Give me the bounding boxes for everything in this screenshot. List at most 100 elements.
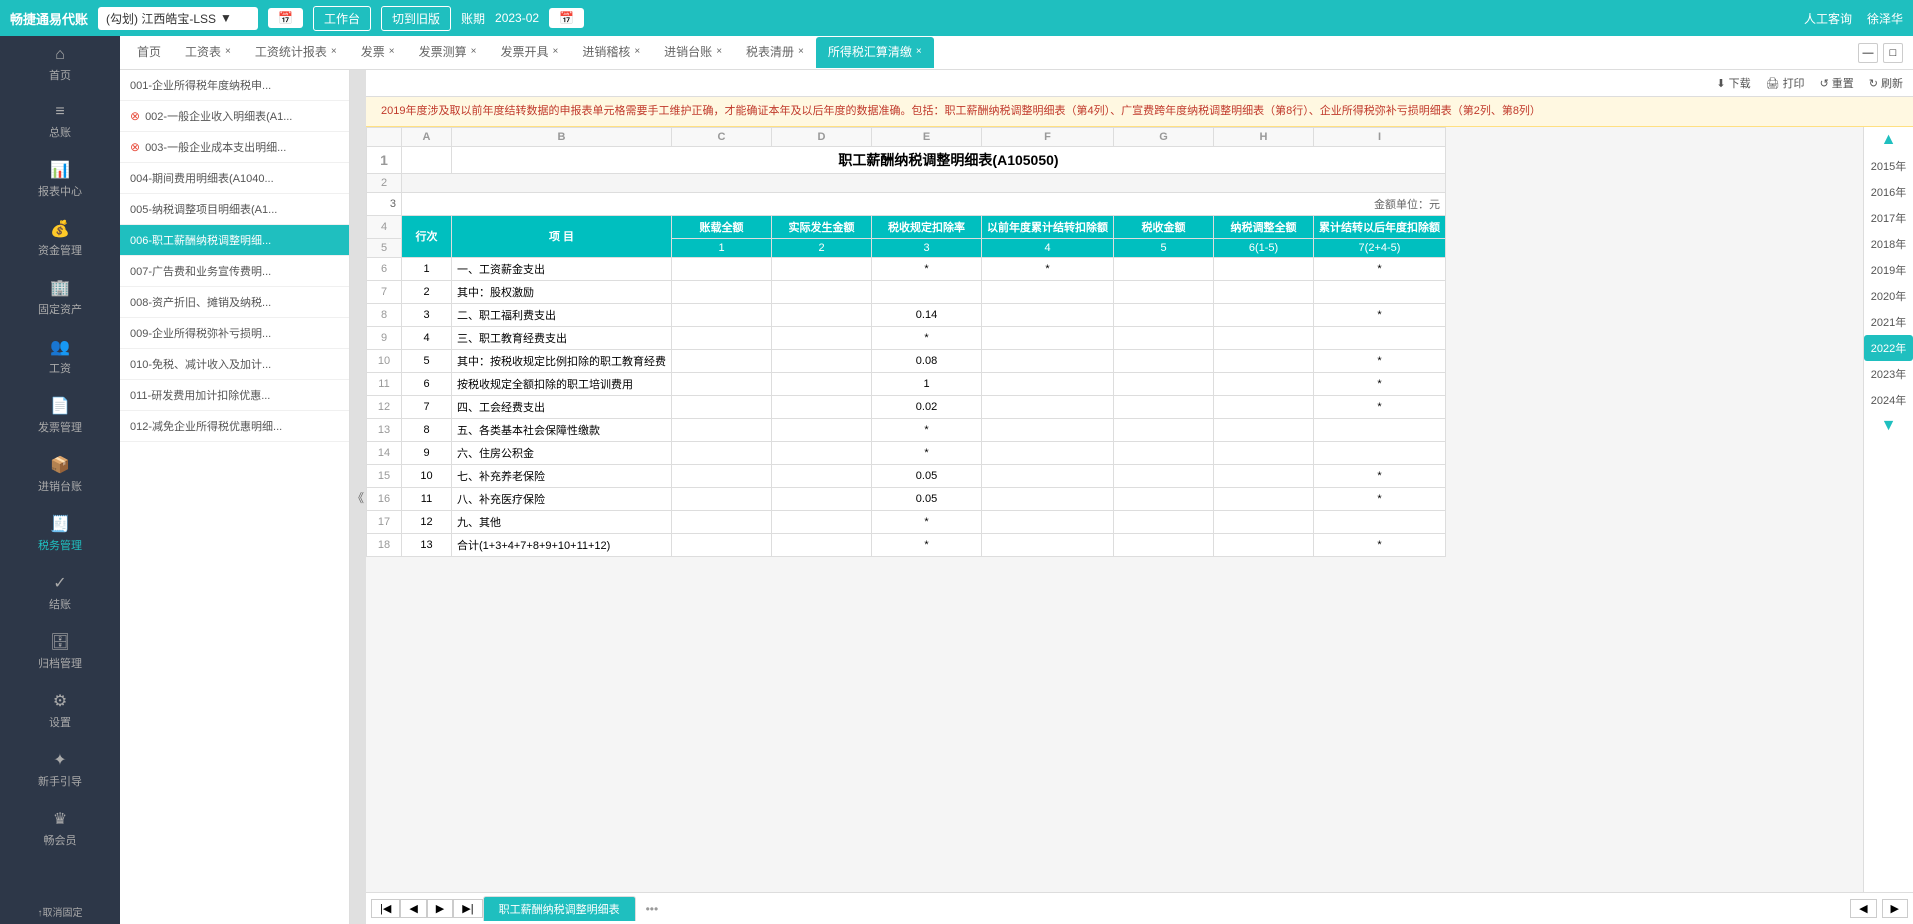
row-16-e[interactable]: 0.05 — [872, 487, 982, 510]
row-10-e[interactable]: 0.08 — [872, 349, 982, 372]
list-item-012[interactable]: 012-减免企业所得税优惠明细... — [120, 411, 349, 442]
row-7-d[interactable] — [772, 280, 872, 303]
row-14-c[interactable] — [672, 441, 772, 464]
row-9-d[interactable] — [772, 326, 872, 349]
tab-invoice[interactable]: 发票 × — [349, 37, 407, 68]
tab-minimize-btn[interactable]: — — [1858, 43, 1878, 63]
row-15-e[interactable]: 0.05 — [872, 464, 982, 487]
row-12-f[interactable] — [982, 395, 1114, 418]
tab-tax-clear[interactable]: 税表清册 × — [734, 37, 816, 68]
row-14-seq[interactable]: 9 — [402, 441, 452, 464]
row-8-d[interactable] — [772, 303, 872, 326]
row-18-c[interactable] — [672, 533, 772, 556]
sheet-nav-prev[interactable]: ◀ — [400, 899, 426, 918]
row-6-seq[interactable]: 1 — [402, 257, 452, 280]
row-13-h[interactable] — [1214, 418, 1314, 441]
collapse-panel-btn[interactable]: 《 — [350, 70, 366, 924]
sheet-nav-next[interactable]: ▶ — [427, 899, 453, 918]
sidebar-item-purchase[interactable]: 📦 进销台账 — [0, 445, 120, 504]
row-11-i[interactable]: * — [1314, 372, 1446, 395]
support-label[interactable]: 人工客询 — [1804, 10, 1852, 27]
row-17-e[interactable]: * — [872, 510, 982, 533]
row-9-g[interactable] — [1114, 326, 1214, 349]
sheet-nav-first[interactable]: |◀ — [371, 899, 400, 918]
row-17-d[interactable] — [772, 510, 872, 533]
print-btn[interactable]: 🖨 打印 — [1766, 75, 1805, 91]
year-item-2019[interactable]: 2019年 — [1864, 257, 1913, 283]
refresh-btn[interactable]: ↻ 刷新 — [1869, 75, 1903, 91]
row-13-item[interactable]: 五、各类基本社会保障性缴款 — [452, 418, 672, 441]
row-10-i[interactable]: * — [1314, 349, 1446, 372]
row-9-h[interactable] — [1214, 326, 1314, 349]
row-9-e[interactable]: * — [872, 326, 982, 349]
row-17-i[interactable] — [1314, 510, 1446, 533]
row-18-i[interactable]: * — [1314, 533, 1446, 556]
year-item-2018[interactable]: 2018年 — [1864, 231, 1913, 257]
list-item-003[interactable]: ⊗ 003-一般企业成本支出明细... — [120, 132, 349, 163]
year-nav-down[interactable]: ▼ — [1864, 413, 1913, 439]
cancel-fixed-label[interactable]: ↑取消固定 — [38, 908, 83, 919]
row-18-seq[interactable]: 13 — [402, 533, 452, 556]
calendar-btn[interactable]: 📅 — [268, 8, 303, 28]
tab-purchase-check-close[interactable]: × — [634, 46, 640, 57]
list-item-006[interactable]: 006-职工薪酬纳税调整明细... — [120, 225, 349, 256]
sidebar-item-wizard[interactable]: ✦ 新手引导 — [0, 740, 120, 799]
row-7-h[interactable] — [1214, 280, 1314, 303]
row-7-i[interactable] — [1314, 280, 1446, 303]
row-15-item[interactable]: 七、补充养老保险 — [452, 464, 672, 487]
year-item-2020[interactable]: 2020年 — [1864, 283, 1913, 309]
row-11-f[interactable] — [982, 372, 1114, 395]
row-15-c[interactable] — [672, 464, 772, 487]
list-item-008[interactable]: 008-资产折旧、摊销及纳税... — [120, 287, 349, 318]
row-11-e[interactable]: 1 — [872, 372, 982, 395]
sidebar-item-invoice-mgmt[interactable]: 📄 发票管理 — [0, 386, 120, 445]
row-17-f[interactable] — [982, 510, 1114, 533]
reset-btn[interactable]: ↺ 重置 — [1820, 75, 1854, 91]
year-item-2022[interactable]: 2022年 — [1864, 335, 1913, 361]
sidebar-item-settlement[interactable]: ✓ 结账 — [0, 563, 120, 622]
row-6-item[interactable]: 一、工资薪金支出 — [452, 257, 672, 280]
row-7-item[interactable]: 其中：股权激励 — [452, 280, 672, 303]
row-17-g[interactable] — [1114, 510, 1214, 533]
tab-invoice-calc-close[interactable]: × — [471, 46, 477, 57]
row-6-c[interactable] — [672, 257, 772, 280]
row-7-e[interactable] — [872, 280, 982, 303]
year-item-2015[interactable]: 2015年 — [1864, 153, 1913, 179]
row-8-f[interactable] — [982, 303, 1114, 326]
row-10-f[interactable] — [982, 349, 1114, 372]
row-18-d[interactable] — [772, 533, 872, 556]
row-16-seq[interactable]: 11 — [402, 487, 452, 510]
row-17-h[interactable] — [1214, 510, 1314, 533]
list-item-011[interactable]: 011-研发费用加计扣除优惠... — [120, 380, 349, 411]
list-item-004[interactable]: 004-期间费用明细表(A1040... — [120, 163, 349, 194]
row-12-e[interactable]: 0.02 — [872, 395, 982, 418]
workspace-btn[interactable]: 工作台 — [313, 6, 371, 31]
sidebar-item-asset-mgmt[interactable]: 💰 资金管理 — [0, 209, 120, 268]
row-15-d[interactable] — [772, 464, 872, 487]
row-11-c[interactable] — [672, 372, 772, 395]
row-10-d[interactable] — [772, 349, 872, 372]
row-11-seq[interactable]: 6 — [402, 372, 452, 395]
tab-payroll-report[interactable]: 工资统计报表 × — [243, 37, 349, 68]
row-15-h[interactable] — [1214, 464, 1314, 487]
row-11-h[interactable] — [1214, 372, 1314, 395]
row-6-g[interactable] — [1114, 257, 1214, 280]
row-7-seq[interactable]: 2 — [402, 280, 452, 303]
row-8-h[interactable] — [1214, 303, 1314, 326]
row-13-f[interactable] — [982, 418, 1114, 441]
calendar-icon-btn[interactable]: 📅 — [549, 8, 584, 28]
row-6-h[interactable] — [1214, 257, 1314, 280]
row-9-f[interactable] — [982, 326, 1114, 349]
row-15-f[interactable] — [982, 464, 1114, 487]
tab-purchase-ledger[interactable]: 进销台账 × — [652, 37, 734, 68]
tab-payroll-report-close[interactable]: × — [331, 46, 337, 57]
row-18-h[interactable] — [1214, 533, 1314, 556]
row-15-g[interactable] — [1114, 464, 1214, 487]
row-7-c[interactable] — [672, 280, 772, 303]
row-9-item[interactable]: 三、职工教育经费支出 — [452, 326, 672, 349]
row-9-seq[interactable]: 4 — [402, 326, 452, 349]
old-version-btn[interactable]: 切到旧版 — [381, 6, 451, 31]
row-17-c[interactable] — [672, 510, 772, 533]
sidebar-item-payroll[interactable]: 👥 工资 — [0, 327, 120, 386]
year-item-2017[interactable]: 2017年 — [1864, 205, 1913, 231]
